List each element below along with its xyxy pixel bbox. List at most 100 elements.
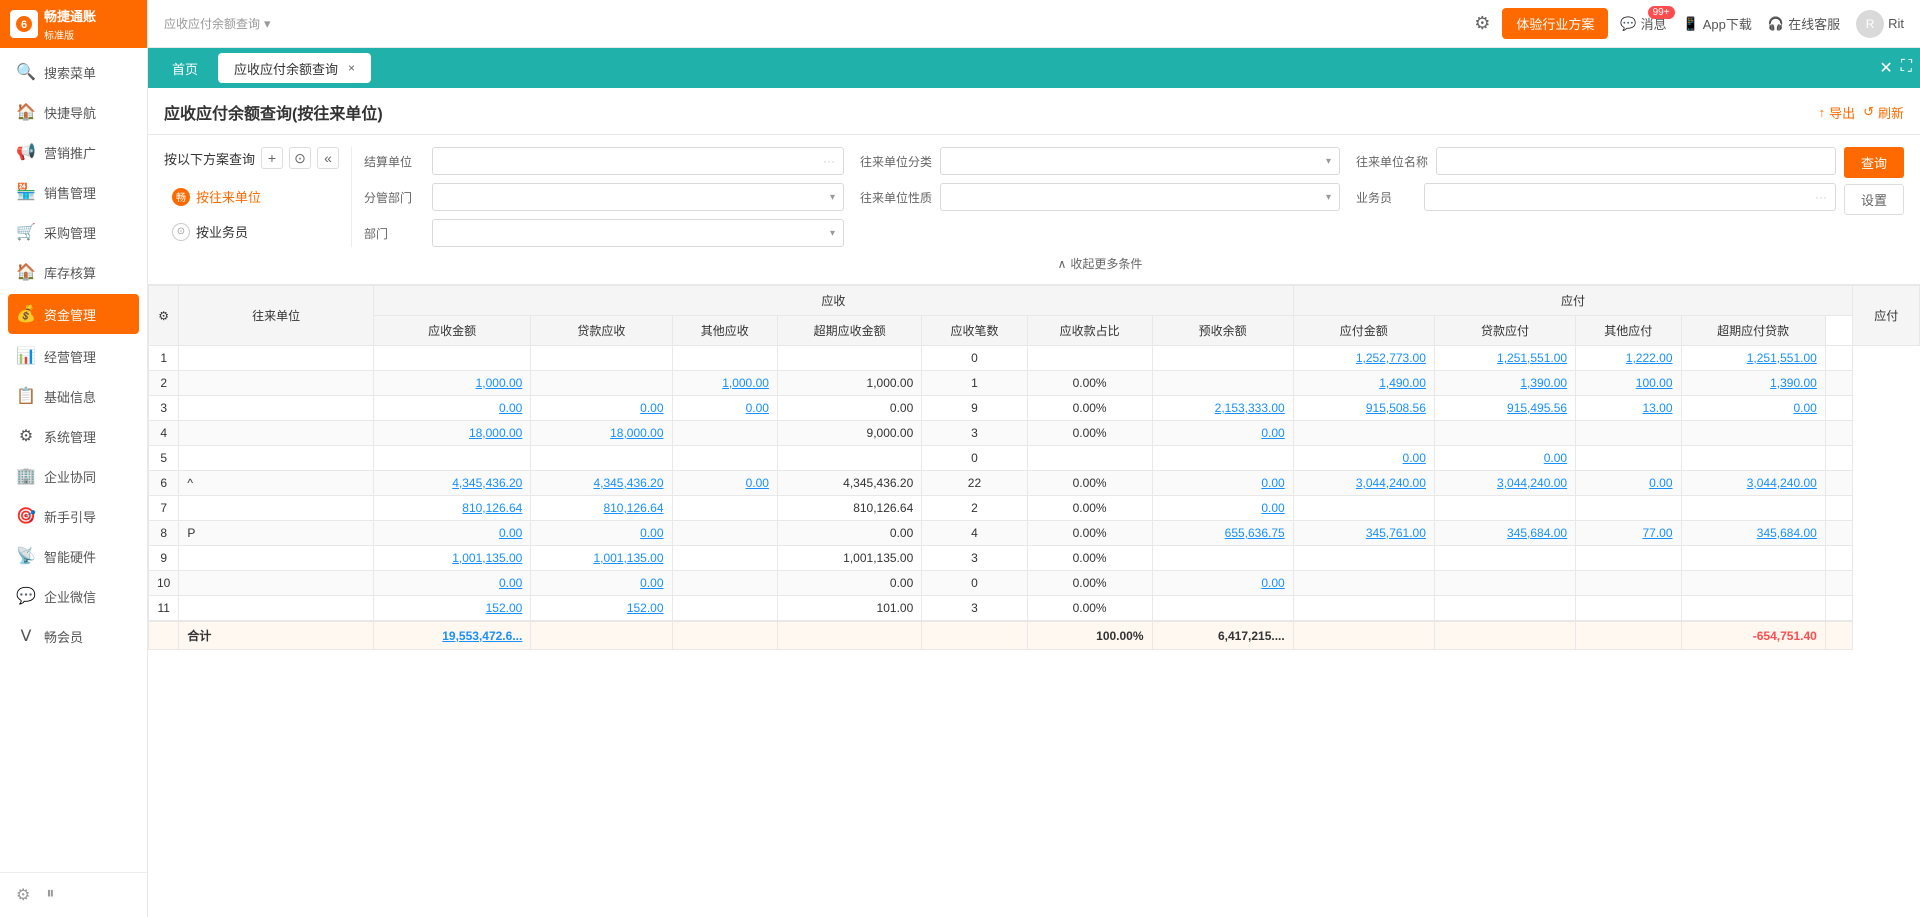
filter-nav-item-unit[interactable]: 畅 按往来单位 bbox=[164, 181, 339, 212]
col-group-ar: 应收 bbox=[373, 286, 1293, 316]
sidebar-label-sales: 销售管理 bbox=[44, 183, 96, 202]
data-table: ⚙ 往来单位 应收 应付 应付 应收金额 贷款应收 其他应收 超期应收金额 应收… bbox=[148, 285, 1920, 650]
sidebar: 6 畅捷通账 标准版 🔍 搜索菜单 🏠 快捷导航 📢 营销推广 🏪 销售管理 🛒… bbox=[0, 0, 148, 917]
footer-ar-prepay: 6,417,215.... bbox=[1152, 621, 1293, 650]
input-unit-name[interactable] bbox=[1436, 147, 1836, 175]
filter-add-btn[interactable]: + bbox=[261, 147, 283, 169]
footer-ap-overdue: -654,751.40 bbox=[1681, 621, 1825, 650]
table-row: 8P0.000.000.0040.00%655,636.75345,761.00… bbox=[149, 521, 1920, 546]
footer-ar-total[interactable]: 19,553,472.6... bbox=[373, 621, 530, 650]
filter-label: 按以下方案查询 bbox=[164, 149, 255, 168]
set-btn[interactable]: 设置 bbox=[1844, 184, 1904, 215]
top-header: 应收应付余额查询 ▾ ⚙ 体验行业方案 💬 消息 99+ 📱 App下载 🎧 在… bbox=[148, 0, 1920, 48]
filter-nav-item-salesman[interactable]: ⊙ 按业务员 bbox=[164, 216, 339, 247]
input-dept[interactable]: ▾ bbox=[432, 183, 844, 211]
marketing-icon: 📢 bbox=[16, 142, 36, 162]
sidebar-item-operation[interactable]: 📊 经营管理 bbox=[0, 336, 147, 376]
input-department[interactable]: ▾ bbox=[432, 219, 844, 247]
col-group-ap: 应付 bbox=[1293, 286, 1853, 316]
sidebar-item-purchase[interactable]: 🛒 采购管理 bbox=[0, 212, 147, 252]
filter-nav-salesman-label: 按业务员 bbox=[196, 222, 248, 241]
tab-arbalance[interactable]: 应收应付余额查询 × bbox=[218, 53, 371, 83]
collapse-icon[interactable]: ⏸ bbox=[46, 885, 54, 905]
input-settlement[interactable]: ··· bbox=[432, 147, 844, 175]
breadcrumb-arrow: ▾ bbox=[264, 16, 271, 32]
sidebar-footer: ⚙ ⏸ bbox=[0, 872, 147, 917]
footer-ar-ratio: 100.00% bbox=[1027, 621, 1152, 650]
input-unit-type[interactable]: ▾ bbox=[940, 147, 1340, 175]
sidebar-item-finance[interactable]: 💰 资金管理 bbox=[8, 294, 139, 334]
filter-collapse-btn[interactable]: « bbox=[317, 147, 339, 169]
user-avatar: R bbox=[1856, 10, 1884, 38]
filter-row-7: 部门 ▾ bbox=[364, 219, 844, 247]
filter-row-3: 往来单位名称 bbox=[1356, 147, 1836, 175]
sidebar-item-sysadmin[interactable]: ⚙ 系统管理 bbox=[0, 416, 147, 456]
table-row: 101,252,773.001,251,551.001,222.001,251,… bbox=[149, 346, 1920, 371]
breadcrumb-path: 应收应付余额查询 bbox=[164, 15, 260, 32]
sidebar-item-member[interactable]: Ⅴ 畅会员 bbox=[0, 616, 147, 656]
query-buttons: 查询 设置 bbox=[1836, 147, 1904, 215]
filter-collapse-btn[interactable]: ∧ 收起更多条件 bbox=[364, 255, 1836, 272]
logo: 6 畅捷通账 标准版 bbox=[0, 0, 147, 48]
filter-row-5: 往来单位性质 ▾ bbox=[860, 183, 1340, 211]
col-ap-other: 其他应付 bbox=[1576, 316, 1681, 346]
salesman-nav-icon: ⊙ bbox=[172, 223, 190, 241]
filter-settings-btn[interactable]: ⊙ bbox=[289, 147, 311, 169]
industry-btn[interactable]: 体验行业方案 bbox=[1502, 8, 1608, 39]
wechat-icon: 💬 bbox=[16, 586, 36, 606]
sidebar-item-guide[interactable]: 🎯 新手引导 bbox=[0, 496, 147, 536]
table-row: 30.000.000.000.0090.00%2,153,333.00915,5… bbox=[149, 396, 1920, 421]
app-name: 畅捷通账 bbox=[44, 6, 96, 25]
purchase-icon: 🛒 bbox=[16, 222, 36, 242]
col-ap-loan: 贷款应付 bbox=[1434, 316, 1575, 346]
sidebar-item-search[interactable]: 🔍 搜索菜单 bbox=[0, 52, 147, 92]
refresh-btn[interactable]: ↺ 刷新 bbox=[1863, 103, 1904, 122]
sidebar-item-corp[interactable]: 🏢 企业协同 bbox=[0, 456, 147, 496]
export-btn[interactable]: ↑ 导出 bbox=[1819, 103, 1856, 122]
table-wrapper[interactable]: ⚙ 往来单位 应收 应付 应付 应收金额 贷款应收 其他应收 超期应收金额 应收… bbox=[148, 285, 1920, 917]
tab-home[interactable]: 首页 bbox=[156, 53, 214, 83]
sidebar-item-sales[interactable]: 🏪 销售管理 bbox=[0, 172, 147, 212]
col-header-settings[interactable]: ⚙ bbox=[149, 286, 179, 346]
page-title: 应收应付余额查询(按往来单位) bbox=[164, 100, 383, 134]
sidebar-item-hardware[interactable]: 📡 智能硬件 bbox=[0, 536, 147, 576]
filter-nav-unit-label: 按往来单位 bbox=[196, 187, 261, 206]
sidebar-item-basicinfo[interactable]: 📋 基础信息 bbox=[0, 376, 147, 416]
tab-close-icon[interactable]: × bbox=[348, 61, 355, 75]
input-unit-nature[interactable]: ▾ bbox=[940, 183, 1340, 211]
input-salesman[interactable]: ··· bbox=[1424, 183, 1836, 211]
hardware-icon: 📡 bbox=[16, 546, 36, 566]
filter-area: 按以下方案查询 + ⊙ « 畅 按往来单位 ⊙ 按业务员 bbox=[148, 135, 1920, 285]
footer-empty1 bbox=[149, 621, 179, 650]
corp-icon: 🏢 bbox=[16, 466, 36, 486]
tabbar-actions: ✕ ⛶ bbox=[1879, 58, 1912, 78]
download-label: App下载 bbox=[1703, 14, 1752, 33]
settings-footer-icon[interactable]: ⚙ bbox=[16, 885, 30, 905]
sidebar-item-quicknav[interactable]: 🏠 快捷导航 bbox=[0, 92, 147, 132]
message-icon: 💬 bbox=[1620, 16, 1636, 32]
filter-rows: 结算单位 ··· 往来单位分类 ▾ 往来单位名称 bbox=[364, 147, 1836, 247]
user-menu[interactable]: R Rit bbox=[1856, 10, 1904, 38]
sidebar-item-marketing[interactable]: 📢 营销推广 bbox=[0, 132, 147, 172]
table-row: 418,000.0018,000.009,000.0030.00%0.00 bbox=[149, 421, 1920, 446]
online-service-btn[interactable]: 🎧 在线客服 bbox=[1768, 14, 1840, 33]
app-download-btn[interactable]: 📱 App下载 bbox=[1683, 14, 1752, 33]
header-settings-icon[interactable]: ⚙ bbox=[1474, 13, 1490, 34]
sidebar-item-inventory[interactable]: 🏠 库存核算 bbox=[0, 252, 147, 292]
table-row: 100.000.000.0000.00%0.00 bbox=[149, 571, 1920, 596]
sidebar-item-wechat[interactable]: 💬 企业微信 bbox=[0, 576, 147, 616]
sidebar-label-quicknav: 快捷导航 bbox=[44, 103, 96, 122]
message-btn[interactable]: 💬 消息 99+ bbox=[1620, 14, 1666, 33]
export-icon: ↑ bbox=[1819, 105, 1826, 120]
finance-icon: 💰 bbox=[16, 304, 36, 324]
search-icon: 🔍 bbox=[16, 62, 36, 82]
label-unit-type: 往来单位分类 bbox=[860, 153, 932, 170]
tab-maximize-icon[interactable]: ⛶ bbox=[1901, 58, 1912, 78]
tab-close-all-icon[interactable]: ✕ bbox=[1879, 58, 1892, 78]
col-ar-amount: 应收金额 bbox=[373, 316, 530, 346]
query-btn[interactable]: 查询 bbox=[1844, 147, 1904, 178]
unit-nav-icon: 畅 bbox=[172, 188, 190, 206]
sidebar-label-hardware: 智能硬件 bbox=[44, 547, 96, 566]
footer-ap-amount bbox=[1293, 621, 1434, 650]
footer-ap-loan bbox=[1434, 621, 1575, 650]
